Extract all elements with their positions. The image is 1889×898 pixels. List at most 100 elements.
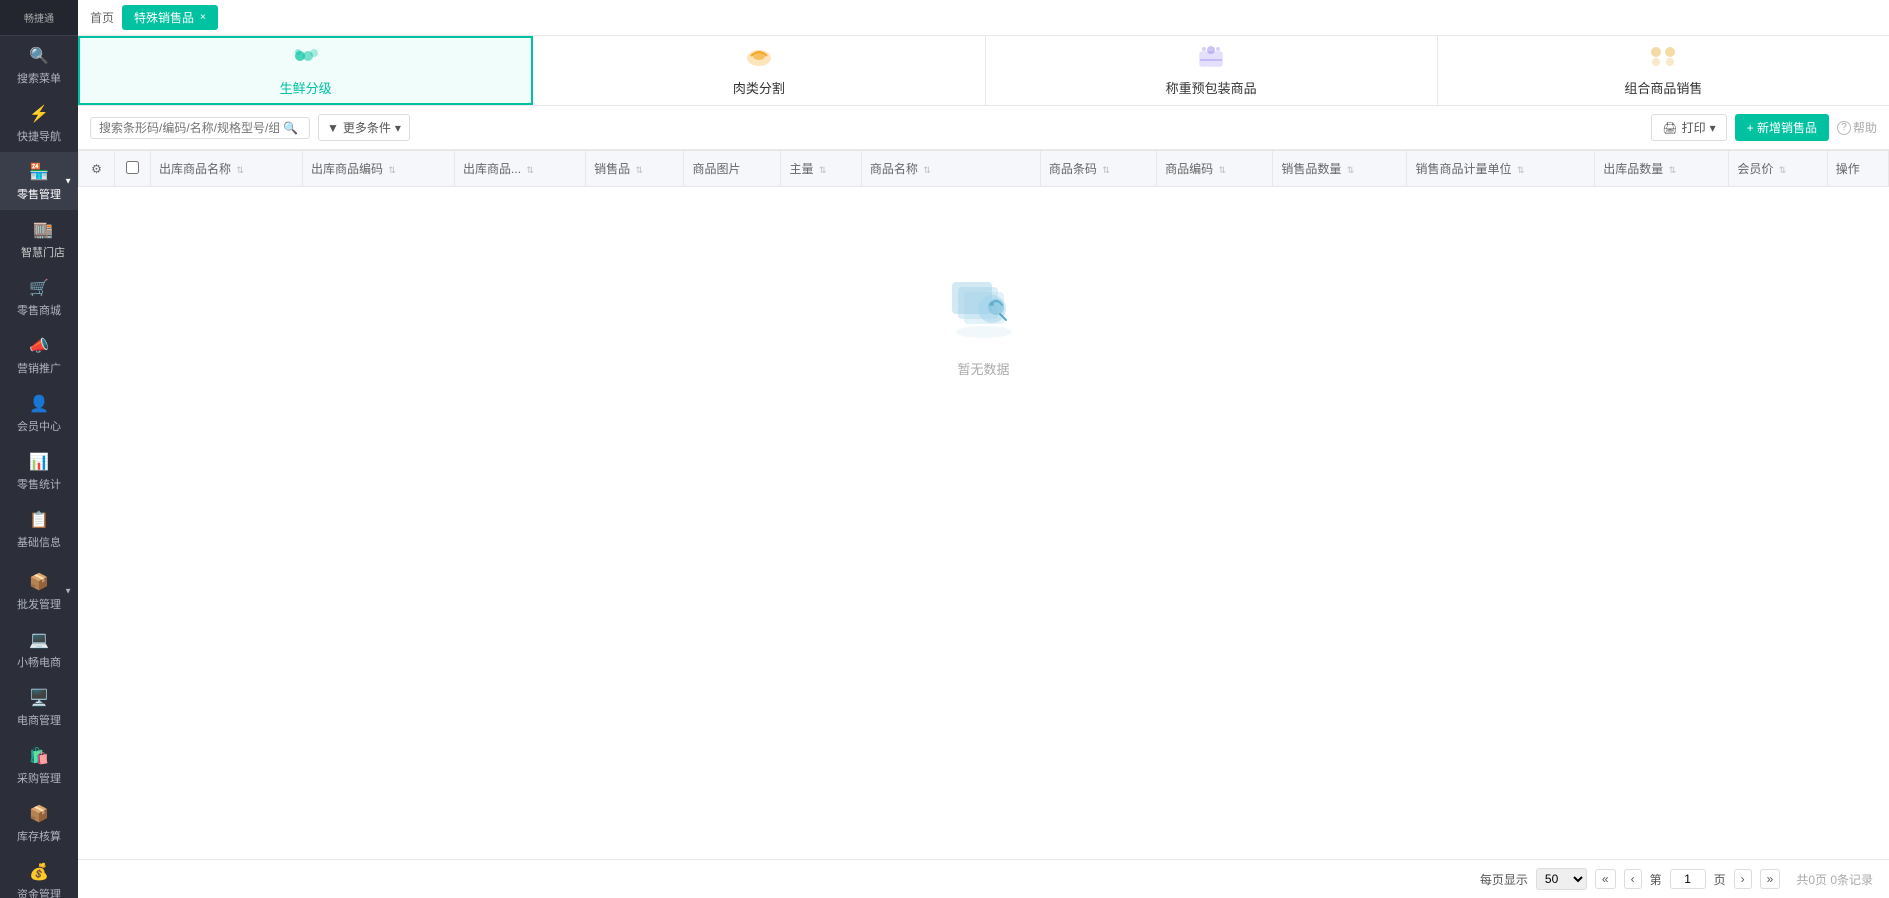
th-label: 商品条码 xyxy=(1049,162,1097,176)
weight-pack-label: 称重预包装商品 xyxy=(1166,78,1257,97)
sort-icon: ⇅ xyxy=(1218,165,1226,175)
th-label: 销售品 xyxy=(594,162,630,176)
th-product-barcode[interactable]: 商品条码 ⇅ xyxy=(1040,151,1156,187)
th-label: 商品图片 xyxy=(692,162,740,176)
th-label: 主量 xyxy=(789,162,813,176)
filter-button[interactable]: ▼ 更多条件 ▾ xyxy=(318,114,410,141)
finance-icon: 💰 xyxy=(29,862,49,882)
th-member-price[interactable]: 会员价 ⇅ xyxy=(1729,151,1827,187)
th-checkbox[interactable] xyxy=(115,151,151,187)
topbar: 首页 特殊销售品 × xyxy=(78,0,1889,36)
page-label: 第 xyxy=(1650,871,1662,888)
th-out-qty[interactable]: 出库品数量 ⇅ xyxy=(1595,151,1729,187)
per-page-label: 每页显示 xyxy=(1480,871,1528,888)
purchase-icon: 🛍️ xyxy=(29,746,49,766)
th-sale-unit[interactable]: 销售商品计量单位 ⇅ xyxy=(1407,151,1595,187)
sidebar-item-label: 零售管理 xyxy=(17,186,61,202)
sidebar-item-retail[interactable]: 🏪 零售管理 xyxy=(0,152,78,210)
sidebar-item-retail-mall[interactable]: 🛒 零售商城 xyxy=(0,268,78,326)
sidebar: 畅捷通 🔍 搜索菜单 ⚡ 快捷导航 🏪 零售管理 🏬 智慧门店 🛒 零售商城 📣… xyxy=(0,0,78,898)
empty-row: 暂无数据 xyxy=(79,187,1889,459)
print-label: 打印 xyxy=(1682,119,1706,136)
sidebar-item-marketing[interactable]: 📣 营销推广 xyxy=(0,326,78,384)
th-label: 销售品数量 xyxy=(1281,162,1341,176)
th-out-product-name[interactable]: 出库商品名称 ⇅ xyxy=(151,151,303,187)
empty-state: 暂无数据 xyxy=(79,187,1889,458)
sidebar-item-batch[interactable]: 📦 批发管理 xyxy=(0,562,78,620)
next-page-button[interactable]: › xyxy=(1734,869,1752,889)
category-tab-fresh-grade[interactable]: 生鲜分级 xyxy=(78,36,533,105)
table-wrap: ⚙ 出库商品名称 ⇅ 出库商品编码 ⇅ 出库商品... xyxy=(78,150,1889,859)
prev-page-button[interactable]: ‹ xyxy=(1624,869,1642,889)
new-sale-product-button[interactable]: + 新增销售品 xyxy=(1735,114,1829,141)
mini-ecom-icon: 💻 xyxy=(29,630,49,650)
smart-store-icon: 🏬 xyxy=(33,220,53,240)
help-button[interactable]: ? 帮助 xyxy=(1837,119,1877,136)
sort-icon: ⇅ xyxy=(819,165,827,175)
th-sale-product[interactable]: 销售品 ⇅ xyxy=(586,151,684,187)
page-input[interactable] xyxy=(1670,869,1706,889)
sort-icon: ⇅ xyxy=(1102,165,1110,175)
table-header-row: ⚙ 出库商品名称 ⇅ 出库商品编码 ⇅ 出库商品... xyxy=(79,151,1889,187)
sidebar-item-ecom-mgmt[interactable]: 🖥️ 电商管理 xyxy=(0,678,78,736)
sidebar-item-inventory[interactable]: 📦 库存核算 xyxy=(0,794,78,852)
search-input-wrap: 🔍 xyxy=(90,117,310,139)
per-page-select[interactable]: 50 10 20 100 xyxy=(1536,868,1587,890)
sidebar-item-smart-store[interactable]: 🏬 智慧门店 xyxy=(0,210,78,268)
sidebar-item-retail-stats[interactable]: 📊 零售统计 xyxy=(0,442,78,500)
sidebar-item-label: 零售商城 xyxy=(17,302,61,318)
search-icon: 🔍 xyxy=(283,121,298,135)
active-tab-label: 特殊销售品 xyxy=(134,9,194,26)
sidebar-item-label: 资金管理 xyxy=(17,886,61,898)
sidebar-item-purchase[interactable]: 🛍️ 采购管理 xyxy=(0,736,78,794)
th-label: 出库商品名称 xyxy=(159,162,231,176)
th-action: 操作 xyxy=(1827,151,1888,187)
category-tab-combo-sales[interactable]: 组合商品销售 xyxy=(1438,36,1889,105)
sidebar-item-label: 小畅电商 xyxy=(17,654,61,670)
sidebar-item-finance[interactable]: 💰 资金管理 xyxy=(0,852,78,898)
th-product-name[interactable]: 商品名称 ⇅ xyxy=(861,151,1040,187)
sidebar-item-label: 库存核算 xyxy=(17,828,61,844)
sidebar-logo: 畅捷通 xyxy=(0,0,78,36)
home-link[interactable]: 首页 xyxy=(90,9,114,26)
category-tab-meat-cut[interactable]: 肉类分割 xyxy=(533,36,985,105)
sort-icon: ⇅ xyxy=(1347,165,1355,175)
th-product-image[interactable]: 商品图片 xyxy=(684,151,781,187)
th-out-product-x[interactable]: 出库商品... ⇅ xyxy=(455,151,586,187)
first-page-button[interactable]: « xyxy=(1595,869,1616,889)
search-icon: 🔍 xyxy=(29,46,49,66)
sidebar-item-member[interactable]: 👤 会员中心 xyxy=(0,384,78,442)
th-sale-qty[interactable]: 销售品数量 ⇅ xyxy=(1273,151,1407,187)
sort-icon: ⇅ xyxy=(636,165,644,175)
th-label: 销售商品计量单位 xyxy=(1415,162,1511,176)
sidebar-item-search[interactable]: 🔍 搜索菜单 xyxy=(0,36,78,94)
table-body: 暂无数据 xyxy=(79,187,1889,459)
sidebar-item-mini-ecom[interactable]: 💻 小畅电商 xyxy=(0,620,78,678)
sidebar-item-label: 基础信息 xyxy=(17,534,61,550)
meat-cut-icon xyxy=(743,44,775,74)
ecom-mgmt-icon: 🖥️ xyxy=(29,688,49,708)
category-tab-weight-pack[interactable]: 称重预包装商品 xyxy=(986,36,1438,105)
th-product-code[interactable]: 商品编码 ⇅ xyxy=(1157,151,1273,187)
th-label: 商品编码 xyxy=(1165,162,1213,176)
fresh-grade-label: 生鲜分级 xyxy=(280,78,332,97)
inventory-icon: 📦 xyxy=(29,804,49,824)
active-tab[interactable]: 特殊销售品 × xyxy=(122,5,218,30)
weight-pack-icon xyxy=(1196,44,1226,74)
help-label: 帮助 xyxy=(1853,119,1877,136)
th-out-product-code[interactable]: 出库商品编码 ⇅ xyxy=(303,151,455,187)
th-label: 会员价 xyxy=(1737,162,1773,176)
close-tab-icon[interactable]: × xyxy=(200,12,206,23)
search-input[interactable] xyxy=(99,121,279,135)
select-all-checkbox[interactable] xyxy=(126,161,139,174)
sidebar-item-basic-info[interactable]: 📋 基础信息 xyxy=(0,500,78,558)
print-arrow-icon: ▾ xyxy=(1710,121,1716,135)
sidebar-item-quicknav[interactable]: ⚡ 快捷导航 xyxy=(0,94,78,152)
empty-icon xyxy=(944,267,1024,347)
th-settings[interactable]: ⚙ xyxy=(79,151,115,187)
print-button[interactable]: 🖨 打印 ▾ xyxy=(1651,114,1726,141)
last-page-button[interactable]: » xyxy=(1760,869,1781,889)
mall-icon: 🛒 xyxy=(29,278,49,298)
pagination: 每页显示 50 10 20 100 « ‹ 第 页 › » 共0页 0条记录 xyxy=(78,859,1889,898)
th-main-weight[interactable]: 主量 ⇅ xyxy=(781,151,861,187)
